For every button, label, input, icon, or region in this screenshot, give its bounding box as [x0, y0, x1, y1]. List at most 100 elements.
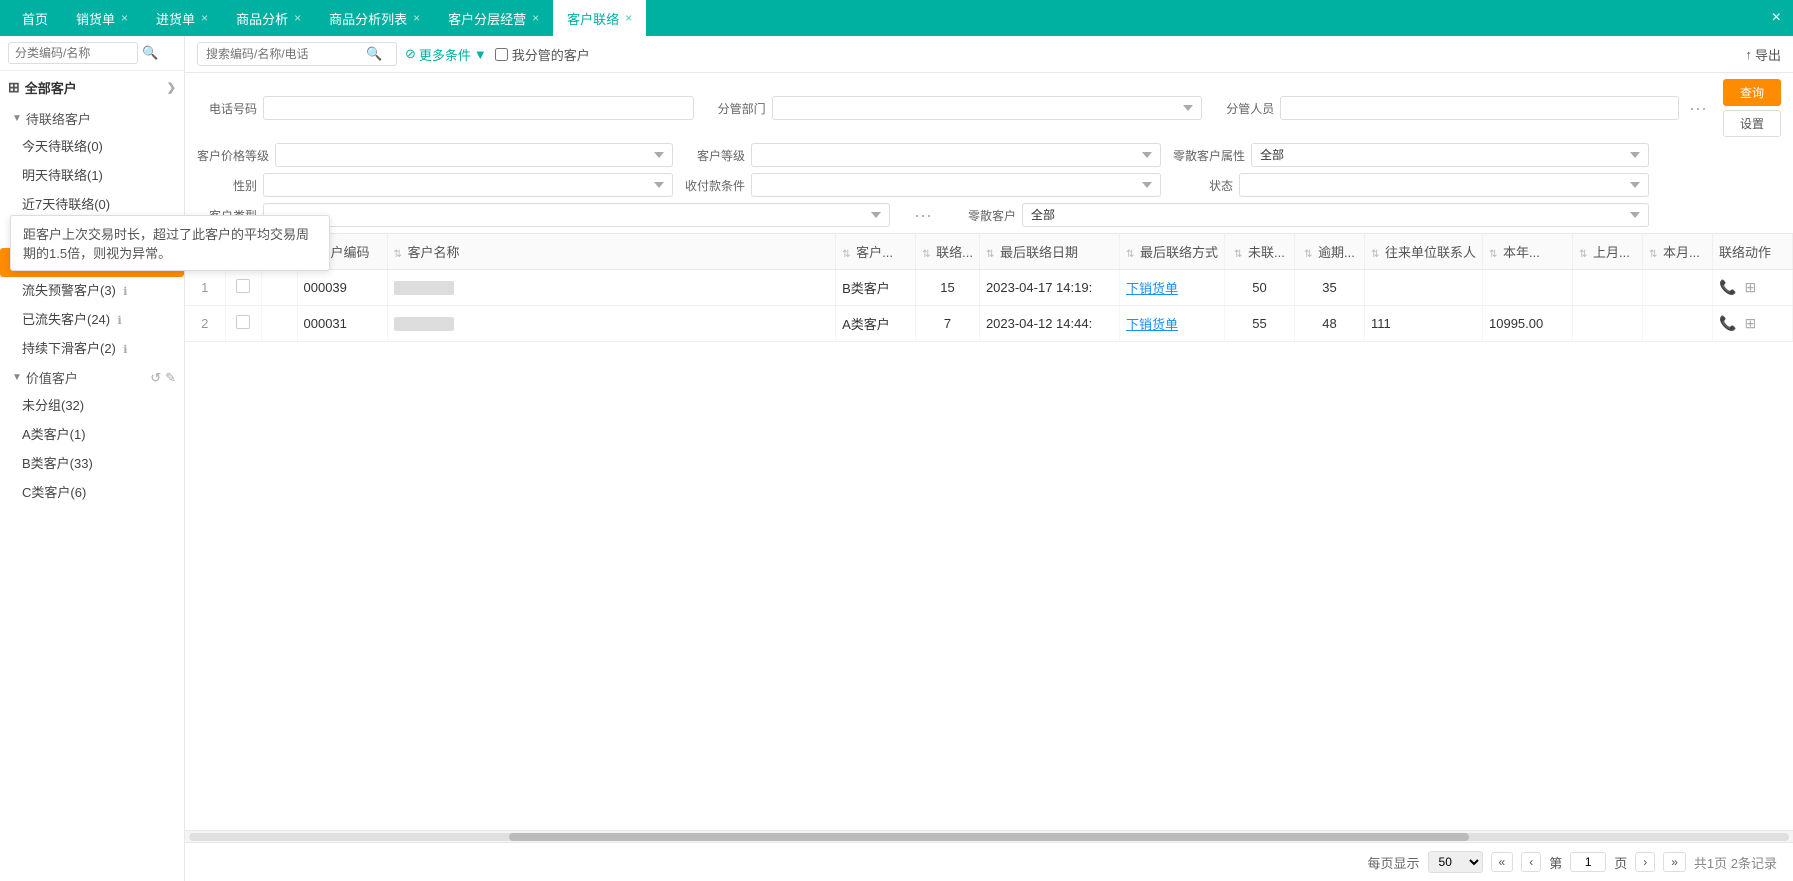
nav-sales[interactable]: 销货单 ×: [62, 0, 142, 36]
sidebar-item-ungroupe[interactable]: 未分组(32): [0, 392, 184, 421]
declining-label: 持续下滑客户(2): [22, 341, 116, 356]
my-customers-check[interactable]: 我分管的客户: [495, 45, 590, 64]
nav-customer-segment-close[interactable]: ×: [532, 11, 539, 25]
customer-grade-select[interactable]: [751, 143, 1161, 167]
nav-customer-contact[interactable]: 客户联络 ×: [553, 0, 646, 36]
window-close-button[interactable]: ×: [1772, 9, 1781, 27]
query-button[interactable]: 查询: [1723, 79, 1781, 106]
phone-action-icon-1[interactable]: 📞: [1719, 279, 1736, 296]
col-header-name[interactable]: ⇅ 客户名称: [387, 234, 836, 270]
my-customers-checkbox[interactable]: [495, 48, 508, 61]
nav-analysis-list-close[interactable]: ×: [413, 11, 420, 25]
export-button[interactable]: ↑ 导出: [1745, 45, 1781, 64]
gender-field: 性别: [197, 173, 673, 197]
first-page-btn[interactable]: «: [1491, 852, 1514, 872]
sidebar-pending-group[interactable]: ▼ 待联络客户: [0, 104, 184, 133]
dept-select[interactable]: [772, 96, 1203, 120]
nav-home[interactable]: 首页: [8, 0, 62, 36]
cell-check-1[interactable]: [225, 270, 261, 306]
nav-analysis-close[interactable]: ×: [294, 11, 301, 25]
tooltip-text: 距客户上次交易时长，超过了此客户的平均交易周期的1.5倍，则视为异常。: [185, 227, 309, 261]
next-page-btn[interactable]: ›: [1635, 852, 1655, 872]
scrollbar-thumb[interactable]: [509, 833, 1469, 841]
nav-customer-segment[interactable]: 客户分层经营 ×: [434, 0, 553, 36]
row2-checkbox[interactable]: [236, 315, 250, 329]
table-area[interactable]: ⚙ ⇅ 客户编码 ⇅ 客户名称 ⇅ 客户...: [185, 234, 1793, 830]
page-number-input[interactable]: [1570, 852, 1606, 872]
phone-input[interactable]: [263, 96, 694, 120]
sidebar-search-icon[interactable]: 🔍: [142, 45, 158, 61]
nav-analysis-label: 商品分析: [236, 9, 288, 28]
cell-method-2[interactable]: 下销货单: [1119, 306, 1224, 342]
method-link-1[interactable]: 下销货单: [1126, 281, 1178, 296]
per-page-select[interactable]: 102050100: [1428, 851, 1483, 873]
sidebar-search-input[interactable]: [8, 42, 138, 64]
col-header-this-month[interactable]: ⇅ 本月...: [1643, 234, 1713, 270]
nav-purchase[interactable]: 进货单 ×: [142, 0, 222, 36]
customer-type-select[interactable]: [263, 203, 890, 227]
col-header-this-year[interactable]: ⇅ 本年...: [1483, 234, 1573, 270]
cell-method-1[interactable]: 下销货单: [1119, 270, 1224, 306]
payment-select[interactable]: [751, 173, 1161, 197]
sidebar-search-area: 🔍: [0, 36, 184, 71]
more-action-icon-2[interactable]: ⊞: [1744, 315, 1756, 332]
row1-checkbox[interactable]: [236, 279, 250, 293]
horizontal-scrollbar[interactable]: [185, 830, 1793, 842]
retail-attr-field: 零散客户属性 全部: [1173, 143, 1649, 167]
main-search-input[interactable]: [206, 47, 366, 61]
sidebar-item-lost[interactable]: 已流失客户(24) ℹ: [0, 306, 184, 335]
phone-label: 电话号码: [197, 100, 257, 117]
filter-row-3: 性别 收付款条件 状态: [197, 173, 1781, 197]
edit-icon[interactable]: ✎: [165, 370, 176, 386]
col-header-partner[interactable]: ⇅ 往来单位联系人: [1364, 234, 1482, 270]
cell-check-2[interactable]: [225, 306, 261, 342]
col-header-unlinkd[interactable]: ⇅ 未联...: [1224, 234, 1294, 270]
cell-index-2: 2: [185, 306, 225, 342]
person-field-dots[interactable]: ···: [1685, 98, 1711, 119]
sidebar-all-customers[interactable]: ⊞ 全部客户 ❯: [0, 71, 184, 104]
gender-label: 性别: [197, 177, 257, 194]
retail-customer-label: 零散客户: [956, 207, 1016, 224]
refresh-icon[interactable]: ↺: [150, 370, 161, 386]
retail-attr-select[interactable]: 全部: [1251, 143, 1649, 167]
sidebar-item-declining[interactable]: 持续下滑客户(2) ℹ: [0, 335, 184, 364]
price-grade-select[interactable]: [275, 143, 673, 167]
status-select[interactable]: [1239, 173, 1649, 197]
col-header-overdue[interactable]: ⇅ 逾期...: [1294, 234, 1364, 270]
settings-button[interactable]: 设置: [1723, 110, 1781, 137]
method-link-2[interactable]: 下销货单: [1126, 317, 1178, 332]
value-section-title: 价值客户: [26, 368, 78, 387]
more-action-icon-1[interactable]: ⊞: [1744, 279, 1756, 296]
col-lmonth-label: 上月...: [1593, 245, 1630, 260]
sidebar-item-a-class[interactable]: A类客户(1): [0, 421, 184, 450]
retail-customer-select[interactable]: 全部: [1022, 203, 1649, 227]
sidebar-value-group[interactable]: ▼ 价值客户 ↺ ✎: [0, 363, 184, 392]
gender-select[interactable]: [263, 173, 673, 197]
nav-purchase-close[interactable]: ×: [201, 11, 208, 25]
prev-page-btn[interactable]: ‹: [1521, 852, 1541, 872]
nav-analysis-list[interactable]: 商品分析列表 ×: [315, 0, 434, 36]
col-header-type[interactable]: ⇅ 客户...: [836, 234, 916, 270]
col-header-contact[interactable]: ⇅ 联络...: [916, 234, 980, 270]
sidebar-item-lost-preview[interactable]: 流失预警客户(3) ℹ: [0, 277, 184, 306]
retail-customer-field: 零散客户 全部: [956, 203, 1649, 227]
person-input[interactable]: [1280, 96, 1679, 120]
sidebar-item-today[interactable]: 今天待联络(0): [0, 133, 184, 162]
row4-dots[interactable]: ···: [910, 205, 936, 226]
phone-action-icon-2[interactable]: 📞: [1719, 315, 1736, 332]
nav-analysis[interactable]: 商品分析 ×: [222, 0, 315, 36]
nav-customer-contact-close[interactable]: ×: [625, 11, 632, 25]
col-header-last-month[interactable]: ⇅ 上月...: [1573, 234, 1643, 270]
sidebar-item-b-class[interactable]: B类客户(33): [0, 450, 184, 479]
more-conditions-btn[interactable]: ⊘ 更多条件 ▼: [405, 45, 487, 64]
cell-name-1: [387, 270, 836, 306]
cell-settings-1: [261, 270, 297, 306]
sidebar-item-tomorrow[interactable]: 明天待联络(1): [0, 162, 184, 191]
main-search-icon[interactable]: 🔍: [366, 46, 382, 62]
col-header-method[interactable]: ⇅ 最后联络方式: [1119, 234, 1224, 270]
nav-sales-close[interactable]: ×: [121, 11, 128, 25]
sidebar-item-c-class[interactable]: C类客户(6): [0, 479, 184, 508]
col-header-date[interactable]: ⇅ 最后联络日期: [979, 234, 1119, 270]
last-page-btn[interactable]: »: [1663, 852, 1686, 872]
scrollbar-track[interactable]: [189, 833, 1789, 841]
